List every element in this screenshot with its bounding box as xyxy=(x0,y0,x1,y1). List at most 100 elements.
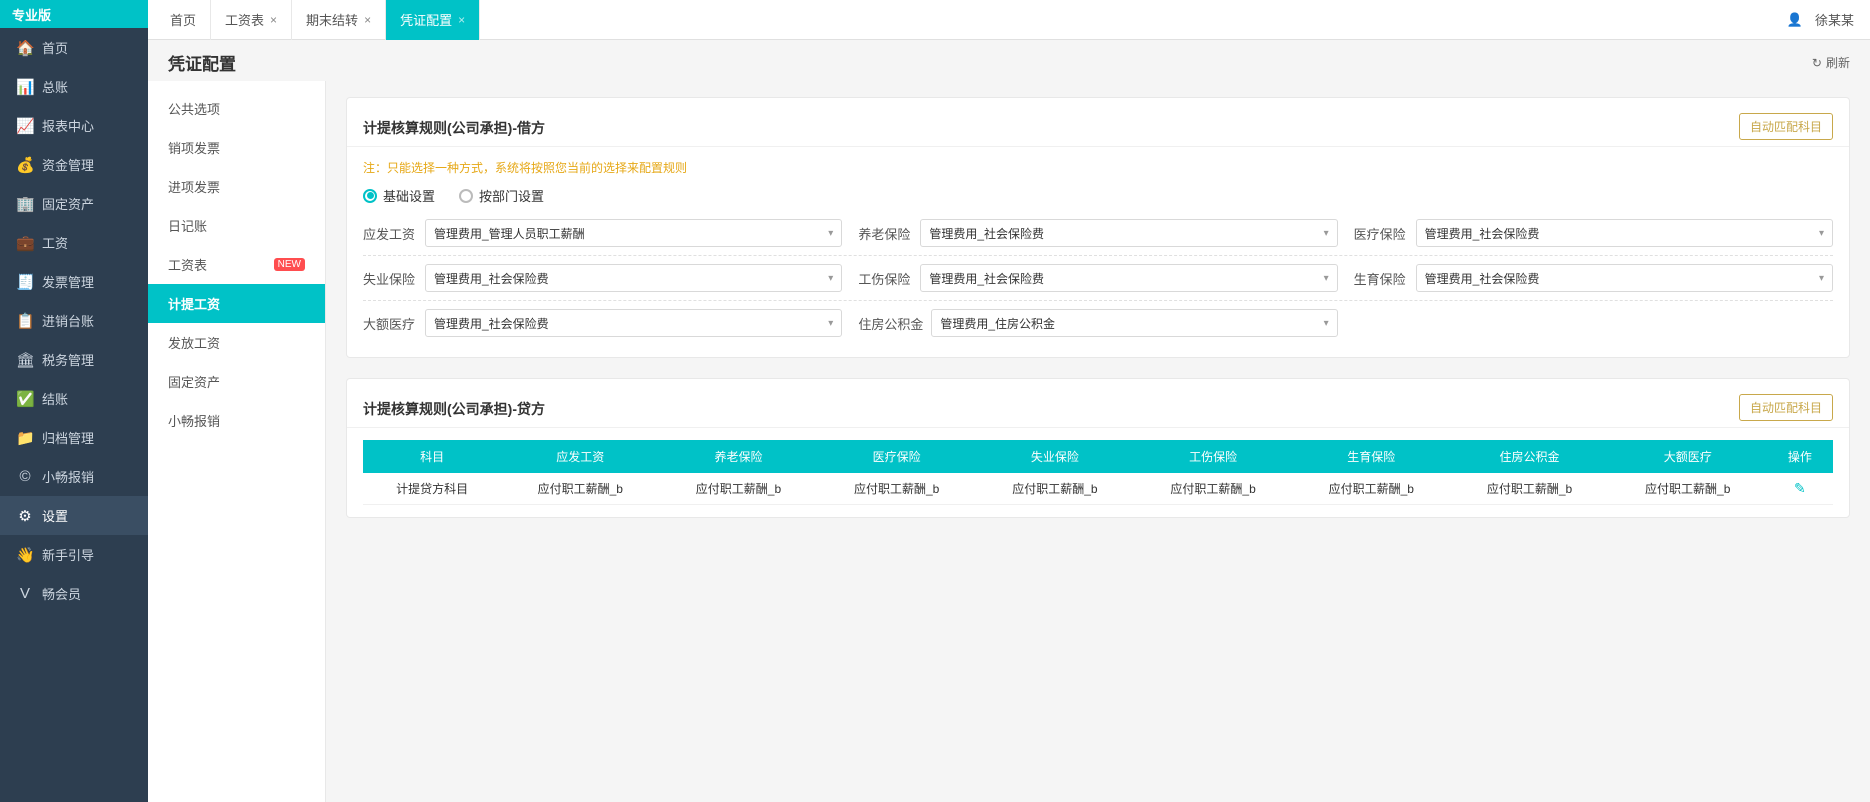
radio-group: 基础设置 按部门设置 xyxy=(363,186,1833,205)
nav-item-public[interactable]: 公共选项 xyxy=(148,89,325,128)
form-row-pension: 养老保险 管理费用_社会保险费 ▾ xyxy=(858,219,1337,247)
vip-icon: V xyxy=(16,585,34,602)
new-badge: NEW xyxy=(274,258,305,271)
tab-period[interactable]: 期末结转 × xyxy=(292,0,386,40)
sidebar-brand: 专业版 xyxy=(0,0,148,28)
section-credit-header: 计提核算规则(公司承担)-贷方 自动匹配科目 xyxy=(347,379,1849,428)
user-icon: 👤 xyxy=(1787,12,1803,28)
arrow-icon: ▾ xyxy=(1324,273,1329,284)
arrow-icon: ▾ xyxy=(828,228,833,239)
sidebar-item-label: 资金管理 xyxy=(42,155,94,174)
archive-icon: 📁 xyxy=(16,429,34,447)
assets-icon: 🏢 xyxy=(16,195,34,213)
fund-icon: 💰 xyxy=(16,156,34,174)
refresh-button[interactable]: ↻ 刷新 xyxy=(1812,54,1850,71)
sidebar-item-assets[interactable]: 🏢 固定资产 xyxy=(0,184,148,223)
sidebar-item-label: 固定资产 xyxy=(42,194,94,213)
select-injury[interactable]: 管理费用_社会保险费 ▾ xyxy=(920,264,1337,292)
nav-item-purchase-invoice[interactable]: 进项发票 xyxy=(148,167,325,206)
main-content: 首页 工资表 × 期末结转 × 凭证配置 × 👤 徐某某 凭证配置 ↻ 刷新 xyxy=(148,0,1870,802)
tab-voucher[interactable]: 凭证配置 × xyxy=(386,0,480,40)
select-housing[interactable]: 管理费用_住房公积金 ▾ xyxy=(931,309,1337,337)
sidebar: 专业版 🏠 首页 📊 总账 📈 报表中心 💰 资金管理 🏢 固定资产 💼 工资 … xyxy=(0,0,148,802)
sidebar-item-archive[interactable]: 📁 归档管理 xyxy=(0,418,148,457)
invoice-icon: 🧾 xyxy=(16,273,34,291)
sidebar-item-settings[interactable]: ⚙ 设置 xyxy=(0,496,148,535)
sidebar-item-sales[interactable]: 📋 进销台账 xyxy=(0,301,148,340)
select-maternity[interactable]: 管理费用_社会保险费 ▾ xyxy=(1416,264,1833,292)
tab-voucher-close[interactable]: × xyxy=(458,13,465,27)
td-val-1: 应付职工薪酬_b xyxy=(659,473,817,505)
nav-item-expense-report[interactable]: 小畅报销 xyxy=(148,401,325,440)
form-row-empty xyxy=(1354,309,1833,337)
form-row-housing: 住房公积金 管理费用_住房公积金 ▾ xyxy=(858,309,1337,337)
form-row-major-medical: 大额医疗 管理费用_社会保险费 ▾ xyxy=(363,309,842,337)
sidebar-item-home[interactable]: 🏠 首页 xyxy=(0,28,148,67)
select-major-medical[interactable]: 管理费用_社会保险费 ▾ xyxy=(425,309,842,337)
td-val-0: 应付职工薪酬_b xyxy=(501,473,659,505)
auto-match-btn-debit[interactable]: 自动匹配科目 xyxy=(1739,113,1833,140)
form-row-unemployment: 失业保险 管理费用_社会保险费 ▾ xyxy=(363,264,842,292)
tab-home[interactable]: 首页 xyxy=(156,0,211,40)
sidebar-item-invoice[interactable]: 🧾 发票管理 xyxy=(0,262,148,301)
edit-icon[interactable]: ✎ xyxy=(1794,480,1806,496)
sidebar-item-guide[interactable]: 👋 新手引导 xyxy=(0,535,148,574)
sidebar-item-label: 税务管理 xyxy=(42,350,94,369)
tax-icon: 🏛 xyxy=(16,351,34,369)
sidebar-item-vip[interactable]: V 畅会员 xyxy=(0,574,148,613)
nav-item-payroll-table[interactable]: 工资表 NEW xyxy=(148,245,325,284)
th-subject: 科目 xyxy=(363,440,501,473)
report-icon: 📈 xyxy=(16,117,34,135)
sidebar-item-close[interactable]: ✅ 结账 xyxy=(0,379,148,418)
select-unemployment[interactable]: 管理费用_社会保险费 ▾ xyxy=(425,264,842,292)
tab-payroll[interactable]: 工资表 × xyxy=(211,0,292,40)
sidebar-item-fund[interactable]: 💰 资金管理 xyxy=(0,145,148,184)
sidebar-item-label: 发票管理 xyxy=(42,272,94,291)
nav-item-accrual[interactable]: 计提工资 xyxy=(148,284,325,323)
nav-item-sales-invoice[interactable]: 销项发票 xyxy=(148,128,325,167)
select-salary[interactable]: 管理费用_管理人员职工薪酬 ▾ xyxy=(425,219,842,247)
select-medical[interactable]: 管理费用_社会保险费 ▾ xyxy=(1416,219,1833,247)
sidebar-item-label: 总账 xyxy=(42,77,68,96)
auto-match-btn-credit[interactable]: 自动匹配科目 xyxy=(1739,394,1833,421)
td-subject: 计提贷方科目 xyxy=(363,473,501,505)
tab-payroll-close[interactable]: × xyxy=(270,13,277,27)
sidebar-item-label: 进销台账 xyxy=(42,311,94,330)
sidebar-item-label: 首页 xyxy=(42,38,68,57)
user-label: 徐某某 xyxy=(1815,10,1854,29)
sidebar-item-label: 小畅报销 xyxy=(42,467,94,486)
radio-dept[interactable]: 按部门设置 xyxy=(459,186,544,205)
section-debit-header: 计提核算规则(公司承担)-借方 自动匹配科目 xyxy=(347,98,1849,147)
sidebar-item-report[interactable]: 📈 报表中心 xyxy=(0,106,148,145)
td-op[interactable]: ✎ xyxy=(1767,473,1833,505)
sidebar-item-ledger[interactable]: 📊 总账 xyxy=(0,67,148,106)
form-row-medical: 医疗保险 管理费用_社会保险费 ▾ xyxy=(1354,219,1833,247)
sidebar-item-salary[interactable]: 💼 工资 xyxy=(0,223,148,262)
arrow-icon: ▾ xyxy=(1819,273,1824,284)
radio-basic[interactable]: 基础设置 xyxy=(363,186,435,205)
tab-period-close[interactable]: × xyxy=(364,13,371,27)
home-icon: 🏠 xyxy=(16,39,34,57)
refresh-label: 刷新 xyxy=(1826,54,1850,71)
sidebar-item-label: 结账 xyxy=(42,389,68,408)
label-major-medical: 大额医疗 xyxy=(363,314,417,333)
th-injury: 工伤保险 xyxy=(1134,440,1292,473)
select-pension[interactable]: 管理费用_社会保险费 ▾ xyxy=(920,219,1337,247)
td-val-5: 应付职工薪酬_b xyxy=(1292,473,1450,505)
sidebar-item-tax[interactable]: 🏛 税务管理 xyxy=(0,340,148,379)
label-housing: 住房公积金 xyxy=(858,314,923,333)
tab-period-label: 期末结转 xyxy=(306,10,358,29)
salary-icon: 💼 xyxy=(16,234,34,252)
td-val-6: 应付职工薪酬_b xyxy=(1450,473,1608,505)
td-val-3: 应付职工薪酬_b xyxy=(976,473,1134,505)
nav-item-journal[interactable]: 日记账 xyxy=(148,206,325,245)
topbar: 首页 工资表 × 期末结转 × 凭证配置 × 👤 徐某某 xyxy=(148,0,1870,40)
right-content: 计提核算规则(公司承担)-借方 自动匹配科目 注：只能选择一种方式，系统将按照您… xyxy=(326,81,1870,802)
sidebar-item-label: 新手引导 xyxy=(42,545,94,564)
nav-item-distribute[interactable]: 发放工资 xyxy=(148,323,325,362)
sidebar-item-expense[interactable]: © 小畅报销 xyxy=(0,457,148,496)
label-salary: 应发工资 xyxy=(363,224,417,243)
credit-table: 科目 应发工资 养老保险 医疗保险 失业保险 工伤保险 生育保险 住房公积金 大… xyxy=(363,440,1833,505)
page-title: 凭证配置 xyxy=(168,50,236,75)
nav-item-fixed-assets[interactable]: 固定资产 xyxy=(148,362,325,401)
